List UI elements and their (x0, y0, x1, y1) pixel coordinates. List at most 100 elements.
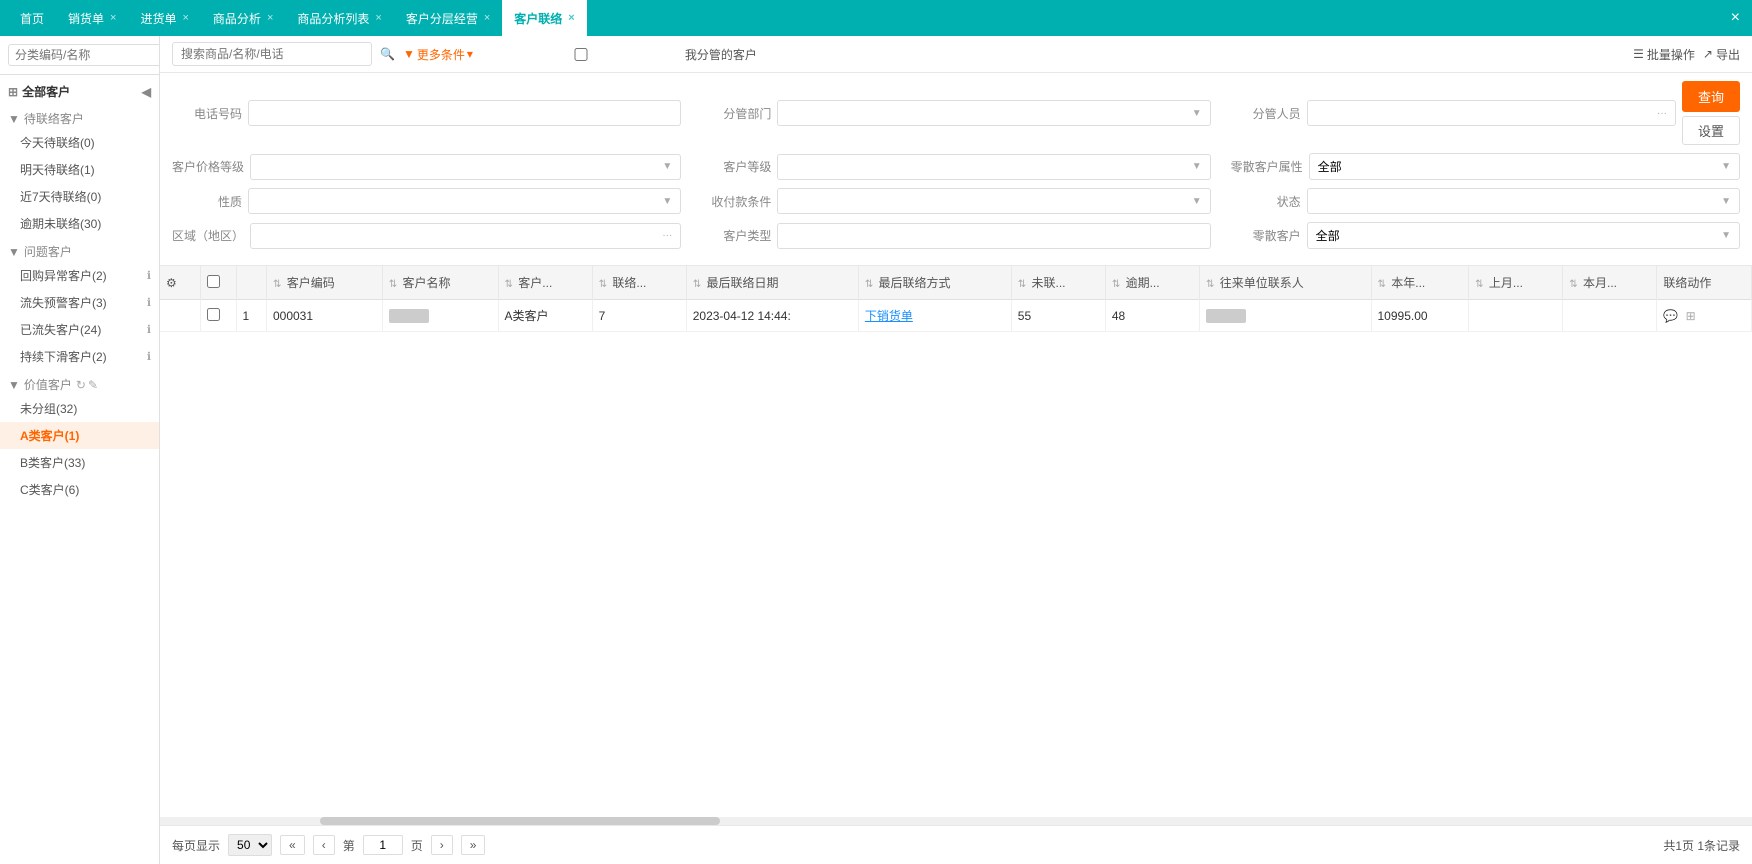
horizontal-scrollbar[interactable] (160, 817, 1752, 825)
per-page-select[interactable]: 50 (228, 834, 272, 856)
th-checkbox[interactable] (200, 266, 236, 300)
sidebar-item-class-c[interactable]: C类客户(6) (0, 476, 159, 503)
sidebar-item-tomorrow[interactable]: 明天待联络(1) (0, 156, 159, 183)
settings-button[interactable]: 设置 (1682, 116, 1740, 145)
my-customers-checkbox[interactable]: 我分管的客户 (481, 46, 757, 63)
prev-page-button[interactable]: ‹ (313, 835, 335, 855)
filter-search-icon[interactable]: 🔍 (380, 47, 395, 61)
th-code[interactable]: ⇅ 客户编码 (266, 266, 382, 300)
nav-item-home[interactable]: 首页 (8, 0, 56, 36)
scrollbar-thumb[interactable] (320, 817, 720, 825)
filter-status: 状态 ▼ (1231, 188, 1740, 214)
edit-icon[interactable]: ✎ (88, 378, 98, 392)
retail-attr-dropdown[interactable]: 全部▼ (1309, 153, 1740, 180)
phone-input[interactable] (248, 100, 681, 126)
settings-icon[interactable]: ⚙ (166, 276, 177, 290)
sidebar-section-pending: ▼ 待联络客户 (0, 104, 159, 129)
nav-item-goods-analysis-list[interactable]: 商品分析列表 × (285, 0, 393, 36)
td-checkbox[interactable] (200, 300, 236, 332)
value-arrow: ▼ (8, 378, 20, 392)
export-button[interactable]: ↗ 导出 (1703, 46, 1740, 63)
refresh-icon[interactable]: ↻ (76, 378, 86, 392)
sidebar-collapse-icon[interactable]: ◀ (142, 85, 151, 99)
row-checkbox[interactable] (207, 308, 220, 321)
retail-dropdown[interactable]: 全部▼ (1307, 222, 1740, 249)
sidebar-item-7days[interactable]: 近7天待联络(0) (0, 183, 159, 210)
sidebar-item-today[interactable]: 今天待联络(0) (0, 129, 159, 156)
td-contact-count: 7 (592, 300, 686, 332)
customer-type-input[interactable] (777, 223, 1210, 249)
next-page-button[interactable]: › (431, 835, 453, 855)
th-last-date[interactable]: ⇅ 最后联络日期 (686, 266, 858, 300)
td-actions[interactable]: 💬 ⊞ (1657, 300, 1752, 332)
filter-customer-type: 客户类型 (701, 222, 1210, 249)
th-type[interactable]: ⇅ 客户... (498, 266, 592, 300)
th-overdue[interactable]: ⇅ 逾期... (1105, 266, 1199, 300)
last-method-link[interactable]: 下销货单 (865, 309, 913, 323)
nav-item-purchase[interactable]: 进货单 × (128, 0, 200, 36)
region-input[interactable]: ··· (250, 223, 681, 249)
close-goods-analysis-list-tab[interactable]: × (375, 12, 381, 24)
price-level-dropdown[interactable]: ▼ (250, 154, 681, 180)
action-icon-2[interactable]: ⊞ (1686, 309, 1696, 323)
person-input[interactable]: ··· (1307, 100, 1676, 126)
close-all-tabs[interactable]: × (1731, 9, 1740, 27)
th-uncontacted[interactable]: ⇅ 未联... (1011, 266, 1105, 300)
nature-dropdown[interactable]: ▼ (248, 188, 681, 214)
sort-type-icon: ⇅ (505, 279, 513, 290)
th-this-month[interactable]: ⇅ 本月... (1563, 266, 1657, 300)
customer-level-dropdown[interactable]: ▼ (777, 154, 1210, 180)
sidebar-item-churn-warning[interactable]: 流失预警客户(3) ℹ (0, 289, 159, 316)
last-page-button[interactable]: » (461, 835, 486, 855)
nav-item-sales[interactable]: 销货单 × (56, 0, 128, 36)
nav-item-customer-contact[interactable]: 客户联络 × (502, 0, 586, 36)
query-button[interactable]: 查询 (1682, 81, 1740, 112)
td-code: 000031 (266, 300, 382, 332)
page-number-input[interactable] (363, 835, 403, 855)
filter-nature: 性质 ▼ (172, 188, 681, 214)
sidebar-item-unclassified[interactable]: 未分组(32) (0, 395, 159, 422)
th-contacts[interactable]: ⇅ 往来单位联系人 (1199, 266, 1371, 300)
pagination: 每页显示 50 « ‹ 第 页 › » 共1页 1条记录 (160, 825, 1752, 864)
sidebar-item-overdue[interactable]: 逾期未联络(30) (0, 210, 159, 237)
sidebar-item-repurchase-anomaly[interactable]: 回购异常客户(2) ℹ (0, 262, 159, 289)
table-header-row: ⚙ ⇅ 客户编码 ⇅ 客户名称 (160, 266, 1752, 300)
td-last-method[interactable]: 下销货单 (858, 300, 1011, 332)
more-filter-button[interactable]: ▼ 更多条件 ▾ (403, 46, 473, 63)
dept-dropdown[interactable]: ▼ (777, 100, 1210, 126)
table-wrapper: ⚙ ⇅ 客户编码 ⇅ 客户名称 (160, 266, 1752, 817)
sort-date-icon: ⇅ (693, 279, 701, 290)
th-contact-count[interactable]: ⇅ 联络... (592, 266, 686, 300)
close-customer-contact-tab[interactable]: × (568, 12, 574, 24)
close-customer-segment-tab[interactable]: × (484, 12, 490, 24)
batch-op-button[interactable]: ☰ 批量操作 (1633, 46, 1695, 63)
close-goods-analysis-tab[interactable]: × (267, 12, 273, 24)
hint-icon-4: ℹ (147, 350, 151, 363)
th-settings[interactable]: ⚙ (160, 266, 200, 300)
close-sales-tab[interactable]: × (110, 12, 116, 24)
search-input[interactable] (172, 42, 372, 66)
th-this-year[interactable]: ⇅ 本年... (1371, 266, 1469, 300)
sidebar-item-class-b[interactable]: B类客户(33) (0, 449, 159, 476)
filter-retail-attr: 零散客户属性 全部▼ (1231, 153, 1740, 180)
payment-dropdown[interactable]: ▼ (777, 188, 1210, 214)
filter-price-level: 客户价格等级 ▼ (172, 153, 681, 180)
grid-icon: ⊞ (8, 85, 18, 99)
th-last-method[interactable]: ⇅ 最后联络方式 (858, 266, 1011, 300)
select-all-checkbox[interactable] (207, 275, 220, 288)
th-last-month[interactable]: ⇅ 上月... (1469, 266, 1563, 300)
filter-dept: 分管部门 ▼ (701, 81, 1210, 145)
sidebar-item-declining[interactable]: 持续下滑客户(2) ℹ (0, 343, 159, 370)
sidebar-item-class-a[interactable]: A类客户(1) (0, 422, 159, 449)
sidebar-item-churned[interactable]: 已流失客户(24) ℹ (0, 316, 159, 343)
status-dropdown[interactable]: ▼ (1307, 188, 1740, 214)
th-name[interactable]: ⇅ 客户名称 (382, 266, 498, 300)
close-purchase-tab[interactable]: × (182, 12, 188, 24)
nav-item-goods-analysis[interactable]: 商品分析 × (201, 0, 285, 36)
first-page-button[interactable]: « (280, 835, 305, 855)
nav-item-customer-segment[interactable]: 客户分层经营 × (394, 0, 502, 36)
sidebar-search-input[interactable] (8, 44, 160, 66)
action-icon-1[interactable]: 💬 (1663, 309, 1678, 323)
my-customers-check[interactable] (481, 48, 681, 61)
export-icon: ↗ (1703, 47, 1713, 61)
